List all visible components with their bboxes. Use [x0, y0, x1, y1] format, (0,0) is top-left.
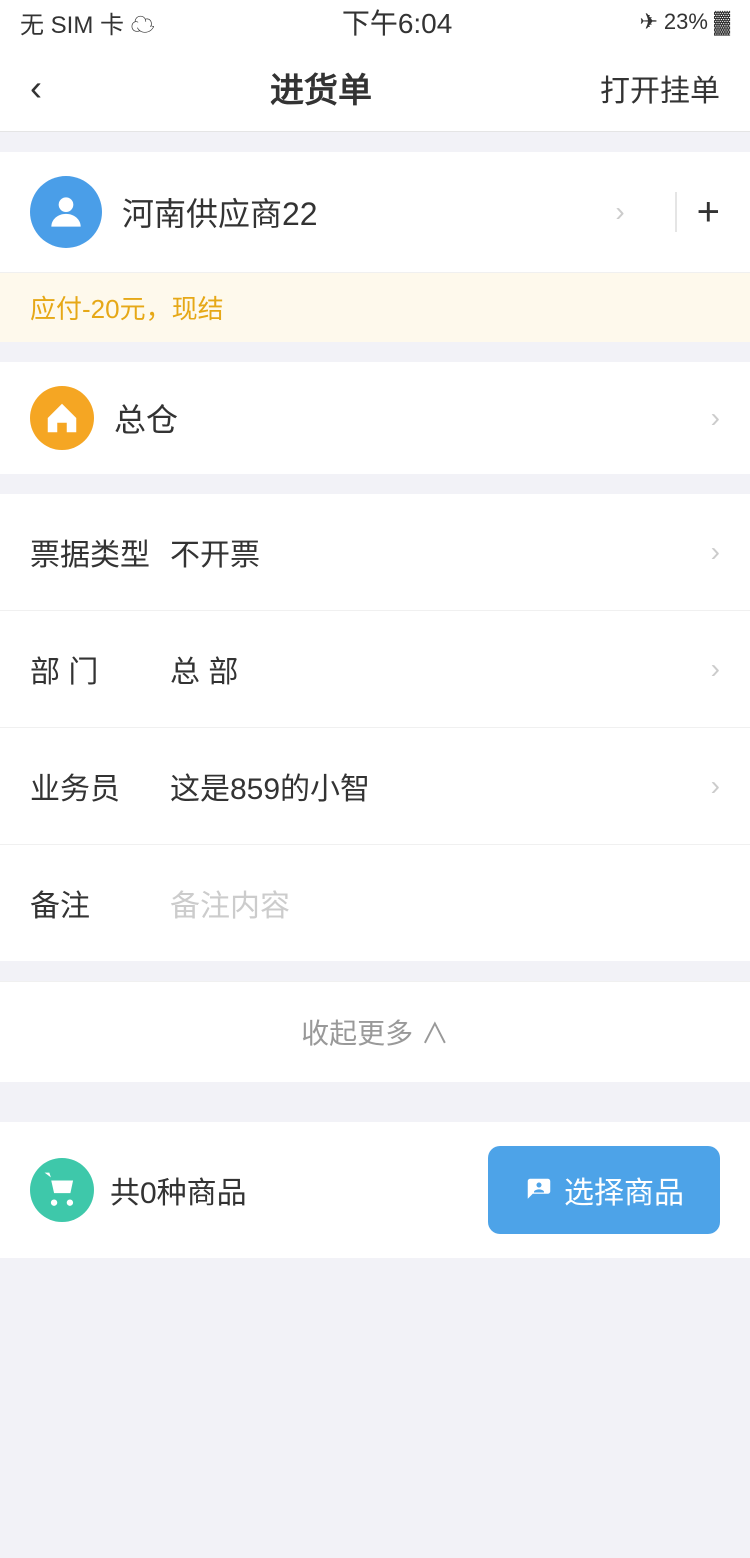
- supplier-section: 河南供应商22 › + 应付-20元，现结: [0, 152, 750, 342]
- back-button[interactable]: ‹: [30, 67, 42, 109]
- ticket-type-row[interactable]: 票据类型 不开票 ›: [0, 494, 750, 611]
- location-icon: ✈: [639, 9, 657, 35]
- warehouse-row[interactable]: 总仓 ›: [0, 362, 750, 474]
- supplier-row[interactable]: 河南供应商22 › +: [0, 152, 750, 273]
- department-label: 部 门: [30, 647, 170, 691]
- bottom-bar: 共0种商品 选择商品: [0, 1122, 750, 1258]
- ticket-type-value: 不开票: [170, 530, 701, 574]
- person-icon: [44, 190, 88, 234]
- cart-icon: [43, 1171, 81, 1209]
- supplier-avatar: [30, 176, 102, 248]
- home-icon: [43, 399, 81, 437]
- supplier-divider: [675, 192, 677, 232]
- sales-rep-value: 这是859的小智: [170, 764, 701, 808]
- department-row[interactable]: 部 门 总 部 ›: [0, 611, 750, 728]
- form-section: 票据类型 不开票 › 部 门 总 部 › 业务员 这是859的小智 › 备注 备…: [0, 494, 750, 961]
- sales-rep-label: 业务员: [30, 764, 170, 808]
- warehouse-name: 总仓: [114, 395, 711, 441]
- notice-text: 应付-20元，现结: [30, 294, 224, 324]
- department-value: 总 部: [170, 647, 701, 691]
- page-title: 进货单: [270, 63, 372, 112]
- warehouse-icon: [30, 386, 94, 450]
- remark-label: 备注: [30, 881, 170, 925]
- sales-rep-row[interactable]: 业务员 这是859的小智 ›: [0, 728, 750, 845]
- ticket-type-chevron-icon: ›: [711, 536, 720, 568]
- remark-input[interactable]: 备注内容: [170, 881, 720, 925]
- remark-row[interactable]: 备注 备注内容: [0, 845, 750, 961]
- product-count-icon: [30, 1158, 94, 1222]
- battery-icon: ▓: [714, 9, 730, 35]
- section-gap-1: [0, 132, 750, 152]
- battery-status: 23%: [664, 9, 708, 35]
- sales-rep-chevron-icon: ›: [711, 770, 720, 802]
- department-chevron-icon: ›: [711, 653, 720, 685]
- status-left: 无 SIM 卡 ☁: [20, 5, 155, 40]
- product-count-text: 共0种商品: [110, 1168, 488, 1212]
- supplier-chevron-icon: ›: [615, 196, 624, 228]
- open-pending-button[interactable]: 打开挂单: [600, 66, 720, 110]
- status-right: ✈ 23% ▓: [639, 9, 730, 35]
- select-product-button[interactable]: 选择商品: [488, 1146, 720, 1234]
- nav-bar: ‹ 进货单 打开挂单: [0, 44, 750, 132]
- notice-bar: 应付-20元，现结: [0, 273, 750, 342]
- collapse-bar[interactable]: 收起更多 ∧: [0, 981, 750, 1082]
- collapse-label: 收起更多 ∧: [301, 1018, 449, 1049]
- page-background: [0, 1258, 750, 1558]
- select-product-icon: [524, 1175, 554, 1205]
- status-bar: 无 SIM 卡 ☁ 下午6:04 ✈ 23% ▓: [0, 0, 750, 44]
- section-gap-2: [0, 342, 750, 362]
- sim-status: 无 SIM 卡 ☁: [20, 5, 155, 40]
- status-time: 下午6:04: [342, 2, 453, 42]
- section-gap-3: [0, 1082, 750, 1102]
- ticket-type-label: 票据类型: [30, 530, 170, 574]
- warehouse-section: 总仓 ›: [0, 362, 750, 474]
- add-supplier-button[interactable]: +: [697, 190, 720, 235]
- warehouse-chevron-icon: ›: [711, 402, 720, 434]
- supplier-name: 河南供应商22: [122, 189, 615, 235]
- select-product-label: 选择商品: [564, 1168, 684, 1212]
